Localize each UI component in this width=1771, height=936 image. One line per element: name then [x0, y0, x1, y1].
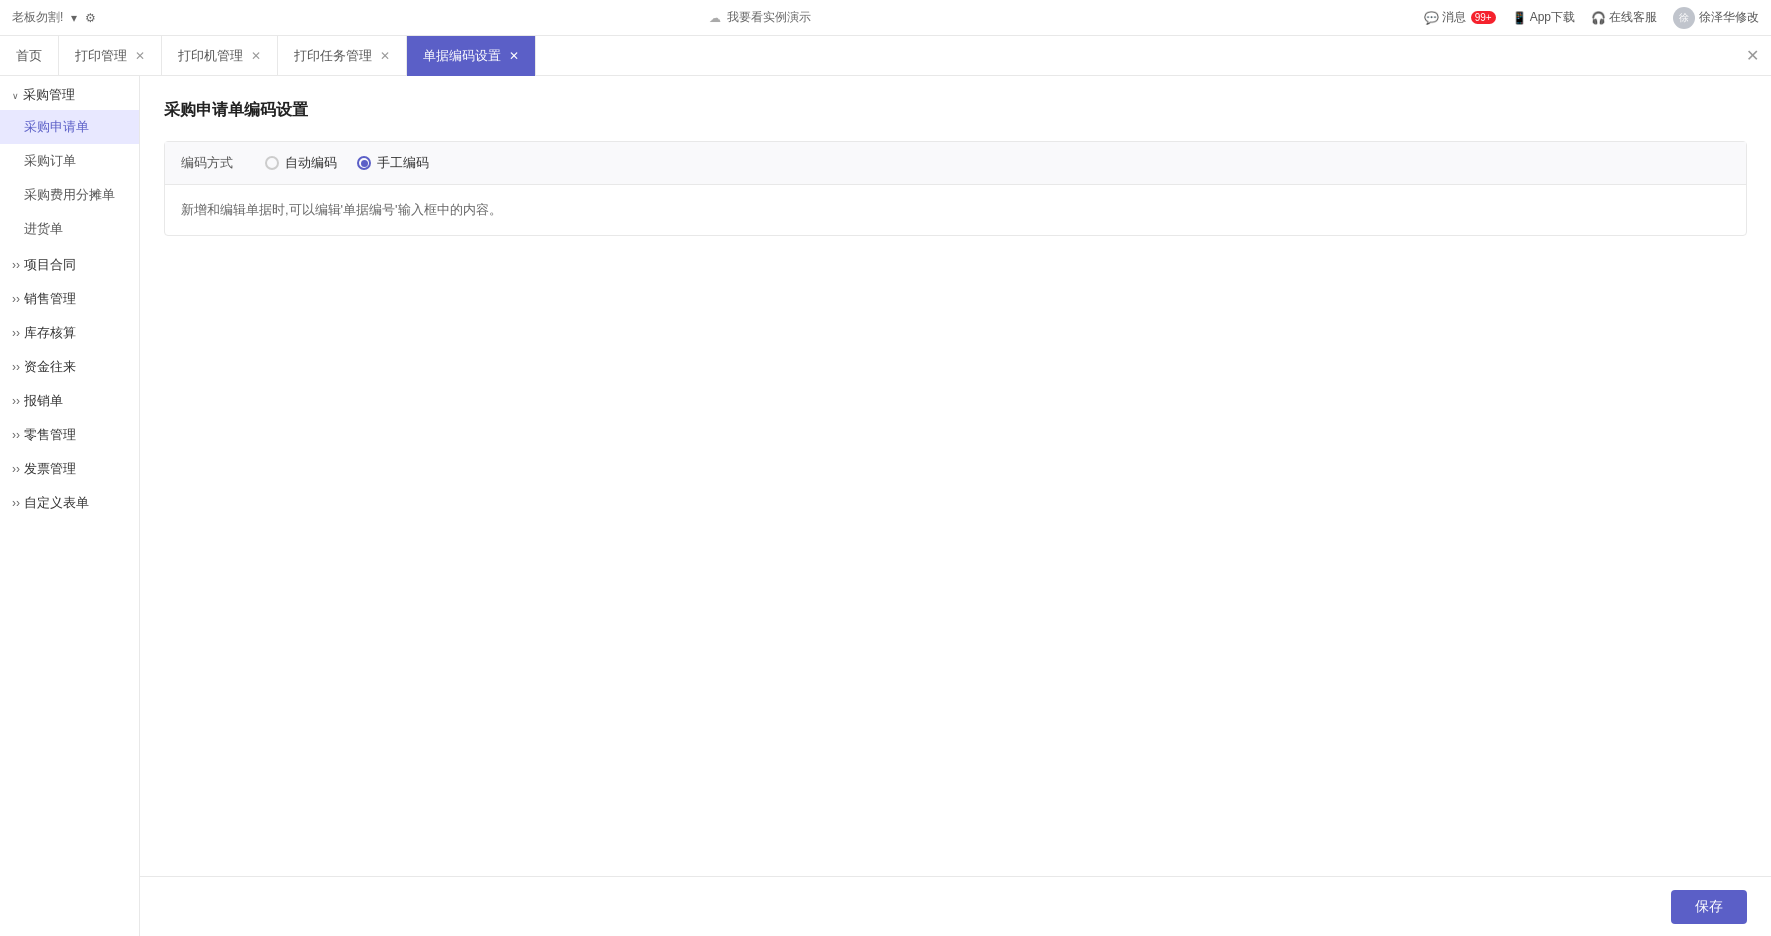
- custom-forms-arrow: ›: [12, 496, 20, 510]
- sidebar-item-inbound[interactable]: 进货单: [0, 212, 139, 246]
- sidebar-item-purchase-requisition-label: 采购申请单: [24, 119, 89, 134]
- sidebar-group-sales-mgmt[interactable]: › 销售管理: [0, 280, 139, 314]
- dropdown-icon[interactable]: ▾: [71, 11, 77, 25]
- sidebar-item-purchase-order-label: 采购订单: [24, 153, 76, 168]
- user-name: 徐泽华修改: [1699, 9, 1759, 26]
- content-footer: 保存: [140, 876, 1771, 936]
- retail-mgmt-arrow: ›: [12, 428, 20, 442]
- sidebar-group-project-contract[interactable]: › 项目合同: [0, 246, 139, 280]
- auto-code-label: 自动编码: [285, 154, 337, 172]
- purchase-mgmt-label: 采购管理: [23, 86, 75, 104]
- custom-forms-label: 自定义表单: [24, 494, 89, 512]
- user-avatar-area[interactable]: 徐 徐泽华修改: [1673, 7, 1759, 29]
- message-button[interactable]: 💬 消息 99+: [1424, 9, 1496, 26]
- sidebar-group-funds[interactable]: › 资金往来: [0, 348, 139, 382]
- code-settings-row: 编码方式 自动编码 手工编码: [165, 142, 1746, 185]
- retail-mgmt-label: 零售管理: [24, 426, 76, 444]
- tab-print-mgmt-close[interactable]: ✕: [135, 50, 145, 62]
- funds-label: 资金往来: [24, 358, 76, 376]
- radio-manual-code-circle: [357, 156, 371, 170]
- sidebar-item-purchase-expense[interactable]: 采购费用分摊单: [0, 178, 139, 212]
- tab-bar-close-all[interactable]: ✕: [1746, 46, 1771, 65]
- tab-barcode-settings-close[interactable]: ✕: [509, 50, 519, 62]
- hint-text: 新增和编辑单据时,可以编辑'单据编号'输入框中的内容。: [165, 185, 1746, 235]
- tab-barcode-settings-label: 单据编码设置: [423, 47, 501, 65]
- settings-icon[interactable]: ⚙: [85, 11, 96, 25]
- funds-arrow: ›: [12, 360, 20, 374]
- radio-auto-code-circle: [265, 156, 279, 170]
- content-area: 采购申请单编码设置 编码方式 自动编码 手工编码: [140, 76, 1771, 936]
- sidebar-group-custom-forms[interactable]: › 自定义表单: [0, 484, 139, 518]
- sidebar-group-invoice-mgmt[interactable]: › 发票管理: [0, 450, 139, 484]
- returns-label: 报销单: [24, 392, 63, 410]
- demo-text[interactable]: 我要看实例演示: [727, 9, 811, 26]
- cloud-icon: ☁: [709, 11, 721, 25]
- sidebar-item-inbound-label: 进货单: [24, 221, 63, 236]
- tab-printer-mgmt-label: 打印机管理: [178, 47, 243, 65]
- online-service-button[interactable]: 🎧 在线客服: [1591, 9, 1657, 26]
- message-label: 消息: [1442, 9, 1466, 26]
- tab-barcode-settings[interactable]: 单据编码设置 ✕: [407, 36, 536, 76]
- page-title: 采购申请单编码设置: [164, 100, 1747, 121]
- sidebar-group-retail-mgmt[interactable]: › 零售管理: [0, 416, 139, 450]
- radio-manual-code[interactable]: 手工编码: [357, 154, 429, 172]
- app-download-label: App下载: [1530, 9, 1575, 26]
- manual-code-label: 手工编码: [377, 154, 429, 172]
- message-badge: 99+: [1471, 11, 1496, 24]
- returns-arrow: ›: [12, 394, 20, 408]
- code-settings-panel: 编码方式 自动编码 手工编码 新增和编辑单据时,可以编辑'单据编号'输入框中的内…: [164, 141, 1747, 236]
- top-bar-left: 老板勿割! ▾ ⚙: [12, 9, 96, 26]
- top-bar-right: 💬 消息 99+ 📱 App下载 🎧 在线客服 徐 徐泽华修改: [1424, 7, 1759, 29]
- invoice-mgmt-label: 发票管理: [24, 460, 76, 478]
- purchase-mgmt-arrow: [12, 90, 19, 101]
- brand-label: 老板勿割!: [12, 9, 63, 26]
- sidebar: 采购管理 采购申请单 采购订单 采购费用分摊单 进货单 › 项目合同 › 销售管…: [0, 76, 140, 936]
- sidebar-group-returns[interactable]: › 报销单: [0, 382, 139, 416]
- tab-bar: 首页 打印管理 ✕ 打印机管理 ✕ 打印任务管理 ✕ 单据编码设置 ✕ ✕: [0, 36, 1771, 76]
- sidebar-group-inventory[interactable]: › 库存核算: [0, 314, 139, 348]
- sidebar-item-purchase-requisition[interactable]: 采购申请单: [0, 110, 139, 144]
- avatar: 徐: [1673, 7, 1695, 29]
- tab-print-mgmt[interactable]: 打印管理 ✕: [59, 36, 162, 76]
- tab-print-task-mgmt[interactable]: 打印任务管理 ✕: [278, 36, 407, 76]
- content-inner: 采购申请单编码设置 编码方式 自动编码 手工编码: [140, 76, 1771, 876]
- tab-home-label: 首页: [16, 47, 42, 65]
- top-bar: 老板勿割! ▾ ⚙ ☁ 我要看实例演示 💬 消息 99+ 📱 App下载 🎧 在…: [0, 0, 1771, 36]
- online-service-label: 在线客服: [1609, 9, 1657, 26]
- inventory-label: 库存核算: [24, 324, 76, 342]
- tab-printer-mgmt[interactable]: 打印机管理 ✕: [162, 36, 278, 76]
- project-contract-arrow: ›: [12, 258, 20, 272]
- app-icon: 📱: [1512, 11, 1527, 25]
- sidebar-group-purchase-mgmt[interactable]: 采购管理: [0, 76, 139, 110]
- code-method-label: 编码方式: [181, 154, 241, 172]
- tab-print-task-mgmt-label: 打印任务管理: [294, 47, 372, 65]
- main-layout: 采购管理 采购申请单 采购订单 采购费用分摊单 进货单 › 项目合同 › 销售管…: [0, 76, 1771, 936]
- radio-auto-code[interactable]: 自动编码: [265, 154, 337, 172]
- sales-mgmt-label: 销售管理: [24, 290, 76, 308]
- tab-home[interactable]: 首页: [0, 36, 59, 76]
- headset-icon: 🎧: [1591, 11, 1606, 25]
- sidebar-item-purchase-order[interactable]: 采购订单: [0, 144, 139, 178]
- invoice-mgmt-arrow: ›: [12, 462, 20, 476]
- message-icon: 💬: [1424, 11, 1439, 25]
- tab-print-mgmt-label: 打印管理: [75, 47, 127, 65]
- tab-print-task-mgmt-close[interactable]: ✕: [380, 50, 390, 62]
- inventory-arrow: ›: [12, 326, 20, 340]
- app-download-button[interactable]: 📱 App下载: [1512, 9, 1575, 26]
- project-contract-label: 项目合同: [24, 256, 76, 274]
- sidebar-item-purchase-expense-label: 采购费用分摊单: [24, 187, 115, 202]
- sales-mgmt-arrow: ›: [12, 292, 20, 306]
- radio-group: 自动编码 手工编码: [265, 154, 429, 172]
- tab-printer-mgmt-close[interactable]: ✕: [251, 50, 261, 62]
- save-button[interactable]: 保存: [1671, 890, 1747, 924]
- top-bar-center: ☁ 我要看实例演示: [709, 9, 811, 26]
